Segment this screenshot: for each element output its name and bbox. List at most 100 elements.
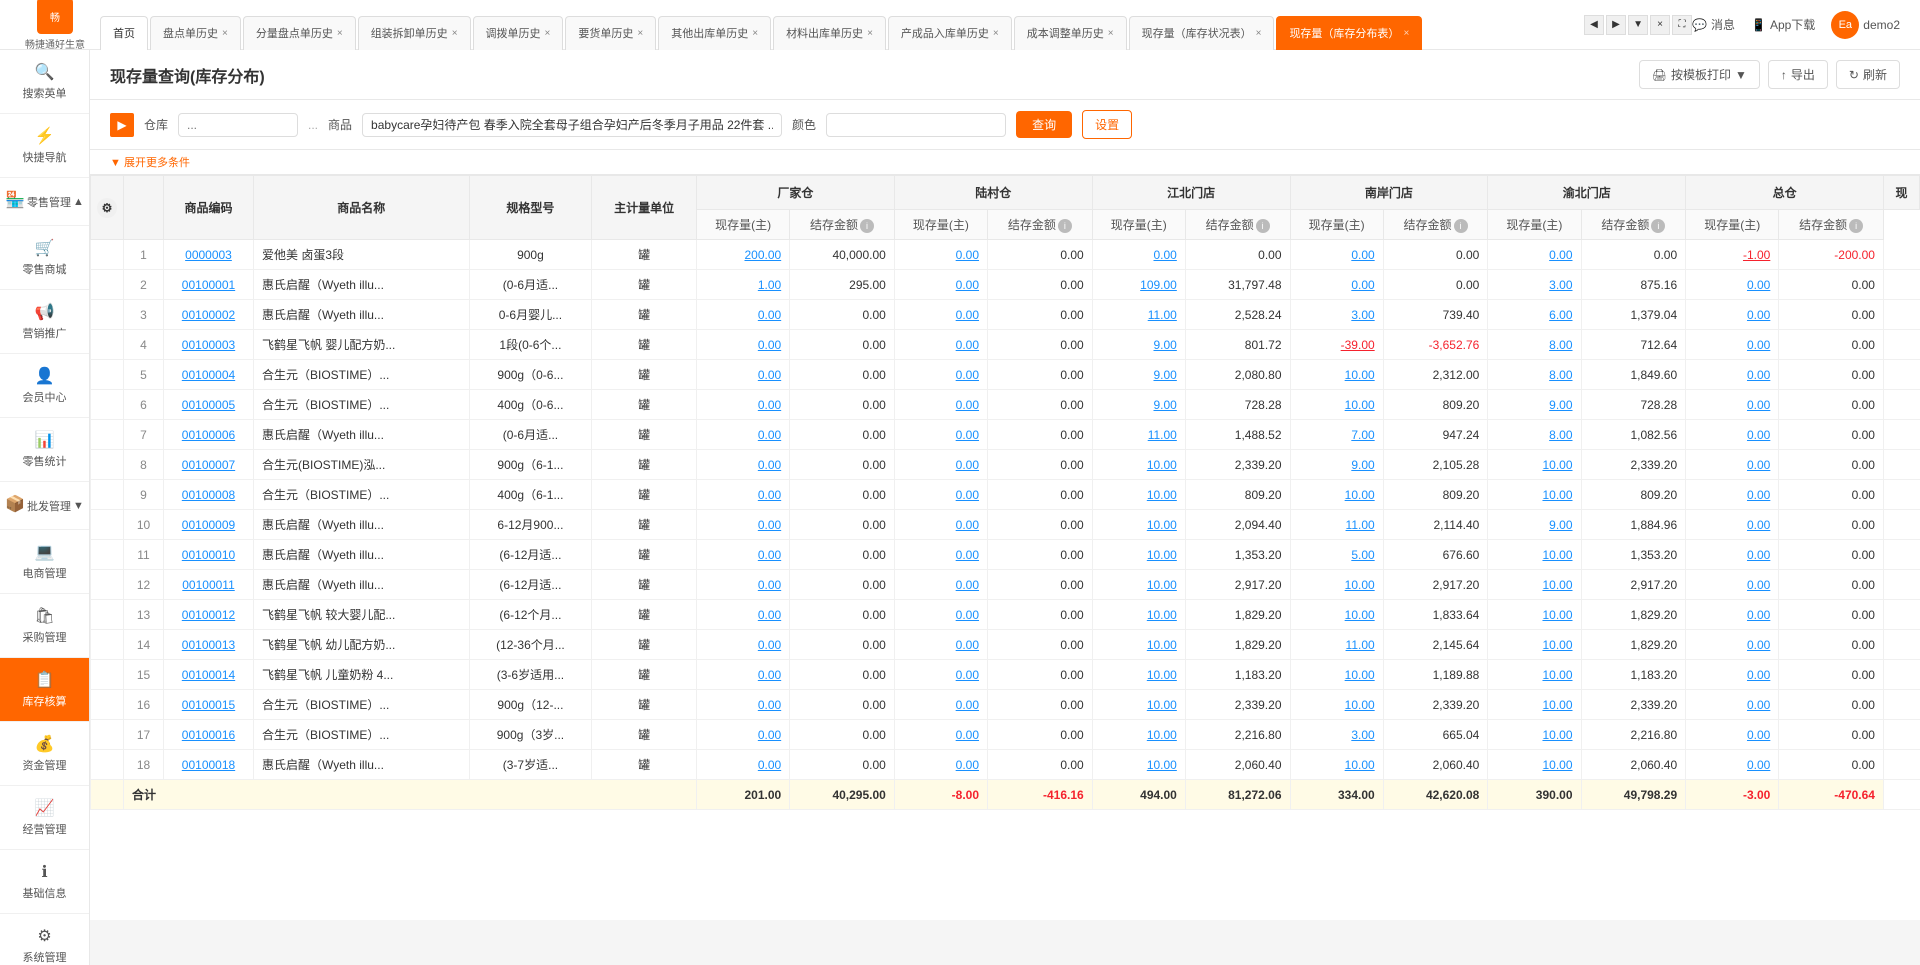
jbmd-qty-cell[interactable]: 10.00 — [1092, 510, 1185, 540]
sidebar-item-retail-mall[interactable]: 🛒 零售商城 — [0, 226, 89, 290]
ybmd-qty-cell[interactable]: 10.00 — [1488, 630, 1581, 660]
namd-qty-cell[interactable]: 5.00 — [1290, 540, 1383, 570]
sidebar-item-retail-stats[interactable]: 📊 零售统计 — [0, 418, 89, 482]
jbmd-qty-cell[interactable]: 10.00 — [1092, 570, 1185, 600]
col-code-cell[interactable]: 00100008 — [164, 480, 254, 510]
jbmd-qty-cell[interactable]: 10.00 — [1092, 750, 1185, 780]
user-profile[interactable]: Ea demo2 — [1831, 11, 1900, 39]
sidebar-item-search[interactable]: 🔍 搜索英单 — [0, 50, 89, 114]
tab-7[interactable]: 材料出库单历史 × — [773, 16, 886, 50]
sidebar-item-wholesale[interactable]: 📦 批发管理 ▼ — [0, 482, 89, 530]
col-code-cell[interactable]: 00100002 — [164, 300, 254, 330]
cgc-qty-cell[interactable]: 0.00 — [697, 300, 790, 330]
tab-home[interactable]: 首页 — [100, 16, 148, 50]
zc-qty-cell[interactable]: 0.00 — [1686, 720, 1779, 750]
ybmd-qty-cell[interactable]: 6.00 — [1488, 300, 1581, 330]
namd-qty-cell[interactable]: 3.00 — [1290, 300, 1383, 330]
cgc-qty-cell[interactable]: 0.00 — [697, 600, 790, 630]
sidebar-item-system[interactable]: ⚙ 系统管理 — [0, 914, 89, 965]
col-code-cell[interactable]: 00100001 — [164, 270, 254, 300]
lcc-qty-cell[interactable]: 0.00 — [894, 540, 987, 570]
tab-8[interactable]: 产成品入库单历史 × — [888, 16, 1012, 50]
jbmd-qty-cell[interactable]: 10.00 — [1092, 450, 1185, 480]
ybmd-qty-cell[interactable]: 10.00 — [1488, 480, 1581, 510]
lcc-qty-cell[interactable]: 0.00 — [894, 690, 987, 720]
tab-close-1[interactable]: × — [222, 28, 228, 39]
col-code-cell[interactable]: 00100011 — [164, 570, 254, 600]
zc-qty-cell[interactable]: 0.00 — [1686, 450, 1779, 480]
color-input[interactable] — [826, 113, 1006, 137]
namd-qty-cell[interactable]: 11.00 — [1290, 630, 1383, 660]
tab-close-all[interactable]: × — [1650, 15, 1670, 35]
sidebar-item-members[interactable]: 👤 会员中心 — [0, 354, 89, 418]
print-btn[interactable]: 🖨 按模板打印 ▼ — [1639, 60, 1760, 89]
ybmd-qty-cell[interactable]: 10.00 — [1488, 570, 1581, 600]
lcc-qty-cell[interactable]: 0.00 — [894, 660, 987, 690]
jbmd-qty-cell[interactable]: 10.00 — [1092, 540, 1185, 570]
col-code-cell[interactable]: 00100014 — [164, 660, 254, 690]
zc-qty-cell[interactable]: 0.00 — [1686, 690, 1779, 720]
cgc-qty-cell[interactable]: 0.00 — [697, 720, 790, 750]
ybmd-qty-cell[interactable]: 9.00 — [1488, 510, 1581, 540]
jbmd-qty-cell[interactable]: 11.00 — [1092, 300, 1185, 330]
tab-expand-arrow[interactable]: ▼ — [1628, 15, 1648, 35]
ybmd-qty-cell[interactable]: 10.00 — [1488, 600, 1581, 630]
cgc-qty-cell[interactable]: 0.00 — [697, 630, 790, 660]
ybmd-qty-cell[interactable]: 8.00 — [1488, 420, 1581, 450]
jbmd-qty-cell[interactable]: 9.00 — [1092, 360, 1185, 390]
jbmd-qty-cell[interactable]: 9.00 — [1092, 330, 1185, 360]
settings-btn[interactable]: 设置 — [1082, 110, 1132, 139]
col-code-cell[interactable]: 00100006 — [164, 420, 254, 450]
info-icon-3[interactable]: i — [1256, 219, 1270, 233]
tab-close-4[interactable]: × — [545, 28, 551, 39]
lcc-qty-cell[interactable]: 0.00 — [894, 720, 987, 750]
col-code-cell[interactable]: 00100016 — [164, 720, 254, 750]
zc-qty-cell[interactable]: 0.00 — [1686, 750, 1779, 780]
col-code-cell[interactable]: 00100010 — [164, 540, 254, 570]
zc-qty-cell[interactable]: 0.00 — [1686, 300, 1779, 330]
namd-qty-cell[interactable]: 0.00 — [1290, 240, 1383, 270]
tab-close-2[interactable]: × — [337, 28, 343, 39]
tab-9[interactable]: 成本调整单历史 × — [1014, 16, 1127, 50]
zc-qty-cell[interactable]: 0.00 — [1686, 390, 1779, 420]
col-settings[interactable]: ⚙ — [91, 176, 124, 240]
tab-10[interactable]: 现存量（库存状况表） × — [1129, 16, 1275, 50]
lcc-qty-cell[interactable]: 0.00 — [894, 750, 987, 780]
info-icon-4[interactable]: i — [1454, 219, 1468, 233]
tab-close-6[interactable]: × — [752, 28, 758, 39]
lcc-qty-cell[interactable]: 0.00 — [894, 330, 987, 360]
cgc-qty-cell[interactable]: 1.00 — [697, 270, 790, 300]
search-btn[interactable]: 查询 — [1016, 111, 1072, 138]
jbmd-qty-cell[interactable]: 10.00 — [1092, 630, 1185, 660]
sidebar-item-inventory[interactable]: 📋 库存核算 — [0, 658, 89, 722]
jbmd-qty-cell[interactable]: 11.00 — [1092, 420, 1185, 450]
lcc-qty-cell[interactable]: 0.00 — [894, 360, 987, 390]
tab-close-3[interactable]: × — [452, 28, 458, 39]
cgc-qty-cell[interactable]: 0.00 — [697, 660, 790, 690]
ybmd-qty-cell[interactable]: 10.00 — [1488, 690, 1581, 720]
lcc-qty-cell[interactable]: 0.00 — [894, 570, 987, 600]
col-code-cell[interactable]: 00100015 — [164, 690, 254, 720]
sidebar-item-basic-info[interactable]: ℹ 基础信息 — [0, 850, 89, 914]
cgc-qty-cell[interactable]: 0.00 — [697, 330, 790, 360]
tab-1[interactable]: 盘点单历史 × — [150, 16, 241, 50]
lcc-qty-cell[interactable]: 0.00 — [894, 390, 987, 420]
ybmd-qty-cell[interactable]: 3.00 — [1488, 270, 1581, 300]
tab-close-9[interactable]: × — [1108, 28, 1114, 39]
zc-qty-cell[interactable]: 0.00 — [1686, 510, 1779, 540]
col-code-cell[interactable]: 00100009 — [164, 510, 254, 540]
cgc-qty-cell[interactable]: 0.00 — [697, 570, 790, 600]
info-icon-6[interactable]: i — [1849, 219, 1863, 233]
jbmd-qty-cell[interactable]: 10.00 — [1092, 660, 1185, 690]
tab-close-5[interactable]: × — [637, 28, 643, 39]
zc-qty-cell[interactable]: 0.00 — [1686, 600, 1779, 630]
namd-qty-cell[interactable]: 3.00 — [1290, 720, 1383, 750]
lcc-qty-cell[interactable]: 0.00 — [894, 600, 987, 630]
col-code-cell[interactable]: 00100013 — [164, 630, 254, 660]
namd-qty-cell[interactable]: 7.00 — [1290, 420, 1383, 450]
tab-next-arrow[interactable]: ▶ — [1606, 15, 1626, 35]
cgc-qty-cell[interactable]: 0.00 — [697, 390, 790, 420]
tab-3[interactable]: 组装拆卸单历史 × — [358, 16, 471, 50]
jbmd-qty-cell[interactable]: 109.00 — [1092, 270, 1185, 300]
tab-2[interactable]: 分量盘点单历史 × — [243, 16, 356, 50]
